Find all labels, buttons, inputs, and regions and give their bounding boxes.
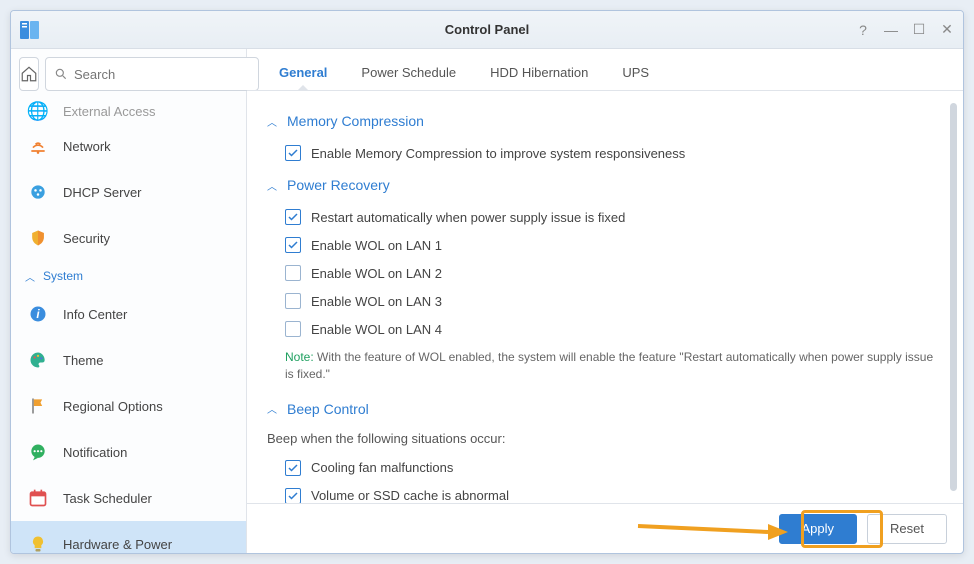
sidebar-item-label: Security	[63, 231, 110, 246]
section-memory-compression[interactable]: ︿ Memory Compression	[267, 113, 943, 129]
checkbox[interactable]	[285, 488, 301, 503]
checkbox[interactable]	[285, 265, 301, 281]
sidebar-item-label: Theme	[63, 353, 103, 368]
option-label: Enable WOL on LAN 4	[311, 322, 442, 337]
option-wol-lan1[interactable]: Enable WOL on LAN 1	[267, 231, 943, 259]
window-title: Control Panel	[11, 22, 963, 37]
tab-general[interactable]: General	[263, 57, 343, 90]
chevron-up-icon: ︿	[267, 178, 277, 193]
sidebar-item-label: Regional Options	[63, 399, 163, 414]
note-text: With the feature of WOL enabled, the sys…	[285, 350, 933, 381]
sidebar-item-regional[interactable]: Regional Options	[11, 383, 246, 429]
option-label: Enable WOL on LAN 3	[311, 294, 442, 309]
option-wol-lan4[interactable]: Enable WOL on LAN 4	[267, 315, 943, 343]
close-icon[interactable]: ✕	[939, 22, 955, 38]
checkbox[interactable]	[285, 145, 301, 161]
sidebar-item-notification[interactable]: Notification	[11, 429, 246, 475]
section-title-label: Memory Compression	[287, 113, 424, 129]
checkbox[interactable]	[285, 321, 301, 337]
sidebar-item-label: Notification	[63, 445, 127, 460]
help-icon[interactable]: ?	[855, 22, 871, 38]
content-scroll[interactable]: ︿ Memory Compression Enable Memory Compr…	[247, 91, 963, 503]
tab-ups[interactable]: UPS	[606, 57, 665, 90]
option-memory-compression[interactable]: Enable Memory Compression to improve sys…	[267, 139, 943, 167]
option-label: Enable WOL on LAN 2	[311, 266, 442, 281]
checkbox[interactable]	[285, 293, 301, 309]
tab-power-schedule[interactable]: Power Schedule	[345, 57, 472, 90]
info-icon: i	[27, 303, 49, 325]
sidebar-item-external-access[interactable]: 🌐 External Access	[11, 99, 246, 123]
footer: Apply Reset	[247, 503, 963, 553]
sidebar-group-system[interactable]: ︿ System	[11, 261, 246, 291]
tab-label: General	[279, 65, 327, 80]
tab-label: HDD Hibernation	[490, 65, 588, 80]
option-label: Restart automatically when power supply …	[311, 210, 625, 225]
beep-description: Beep when the following situations occur…	[267, 427, 943, 454]
note-label: Note:	[285, 350, 314, 364]
bulb-icon	[27, 533, 49, 553]
dhcp-icon	[27, 181, 49, 203]
sidebar-item-dhcp[interactable]: DHCP Server	[11, 169, 246, 215]
sidebar-item-info-center[interactable]: i Info Center	[11, 291, 246, 337]
option-wol-lan3[interactable]: Enable WOL on LAN 3	[267, 287, 943, 315]
checkbox[interactable]	[285, 209, 301, 225]
sidebar-item-theme[interactable]: Theme	[11, 337, 246, 383]
chat-icon	[27, 441, 49, 463]
search-input[interactable]	[74, 67, 250, 82]
wol-note: Note: With the feature of WOL enabled, t…	[267, 343, 943, 391]
apply-button[interactable]: Apply	[779, 514, 858, 544]
home-button[interactable]	[19, 57, 39, 91]
sidebar-item-label: External Access	[63, 104, 156, 119]
checkbox[interactable]	[285, 237, 301, 253]
search-field[interactable]	[45, 57, 259, 91]
flag-icon	[27, 395, 49, 417]
sidebar: 🌐 External Access Network DHCP Server Se…	[11, 49, 247, 553]
sidebar-item-hardware-power[interactable]: Hardware & Power	[11, 521, 246, 553]
section-title-label: Beep Control	[287, 401, 369, 417]
option-beep-volume[interactable]: Volume or SSD cache is abnormal	[267, 482, 943, 503]
minimize-icon[interactable]: —	[883, 22, 899, 38]
control-panel-window: Control Panel ? — ☐ ✕ 🌐 External A	[10, 10, 964, 554]
globe-icon: 🌐	[27, 100, 49, 122]
chevron-up-icon: ︿	[267, 401, 277, 416]
section-power-recovery[interactable]: ︿ Power Recovery	[267, 177, 943, 193]
sidebar-item-network[interactable]: Network	[11, 123, 246, 169]
sidebar-group-label: System	[43, 269, 83, 283]
palette-icon	[27, 349, 49, 371]
sidebar-item-label: Hardware & Power	[63, 537, 172, 552]
section-beep-control[interactable]: ︿ Beep Control	[267, 401, 943, 417]
tab-bar: General Power Schedule HDD Hibernation U…	[247, 49, 963, 91]
option-label: Enable WOL on LAN 1	[311, 238, 442, 253]
sidebar-item-label: DHCP Server	[63, 185, 142, 200]
network-icon	[27, 135, 49, 157]
option-restart-auto[interactable]: Restart automatically when power supply …	[267, 203, 943, 231]
tab-label: UPS	[622, 65, 649, 80]
sidebar-item-task-scheduler[interactable]: Task Scheduler	[11, 475, 246, 521]
sidebar-list: 🌐 External Access Network DHCP Server Se…	[11, 99, 246, 553]
sidebar-item-label: Info Center	[63, 307, 127, 322]
option-label: Volume or SSD cache is abnormal	[311, 488, 509, 503]
chevron-up-icon: ︿	[25, 269, 35, 284]
option-label: Cooling fan malfunctions	[311, 460, 453, 475]
checkbox[interactable]	[285, 460, 301, 476]
reset-button[interactable]: Reset	[867, 514, 947, 544]
option-label: Enable Memory Compression to improve sys…	[311, 146, 685, 161]
sidebar-item-security[interactable]: Security	[11, 215, 246, 261]
tab-label: Power Schedule	[361, 65, 456, 80]
sidebar-item-label: Network	[63, 139, 111, 154]
sidebar-item-label: Task Scheduler	[63, 491, 152, 506]
app-icon	[19, 18, 43, 42]
option-beep-fan[interactable]: Cooling fan malfunctions	[267, 454, 943, 482]
tab-hdd-hibernation[interactable]: HDD Hibernation	[474, 57, 604, 90]
calendar-icon	[27, 487, 49, 509]
titlebar: Control Panel ? — ☐ ✕	[11, 11, 963, 49]
maximize-icon[interactable]: ☐	[911, 22, 927, 38]
section-title-label: Power Recovery	[287, 177, 390, 193]
shield-icon	[27, 227, 49, 249]
main-panel: General Power Schedule HDD Hibernation U…	[247, 49, 963, 553]
option-wol-lan2[interactable]: Enable WOL on LAN 2	[267, 259, 943, 287]
chevron-up-icon: ︿	[267, 114, 277, 129]
annotation-arrow	[633, 516, 793, 546]
